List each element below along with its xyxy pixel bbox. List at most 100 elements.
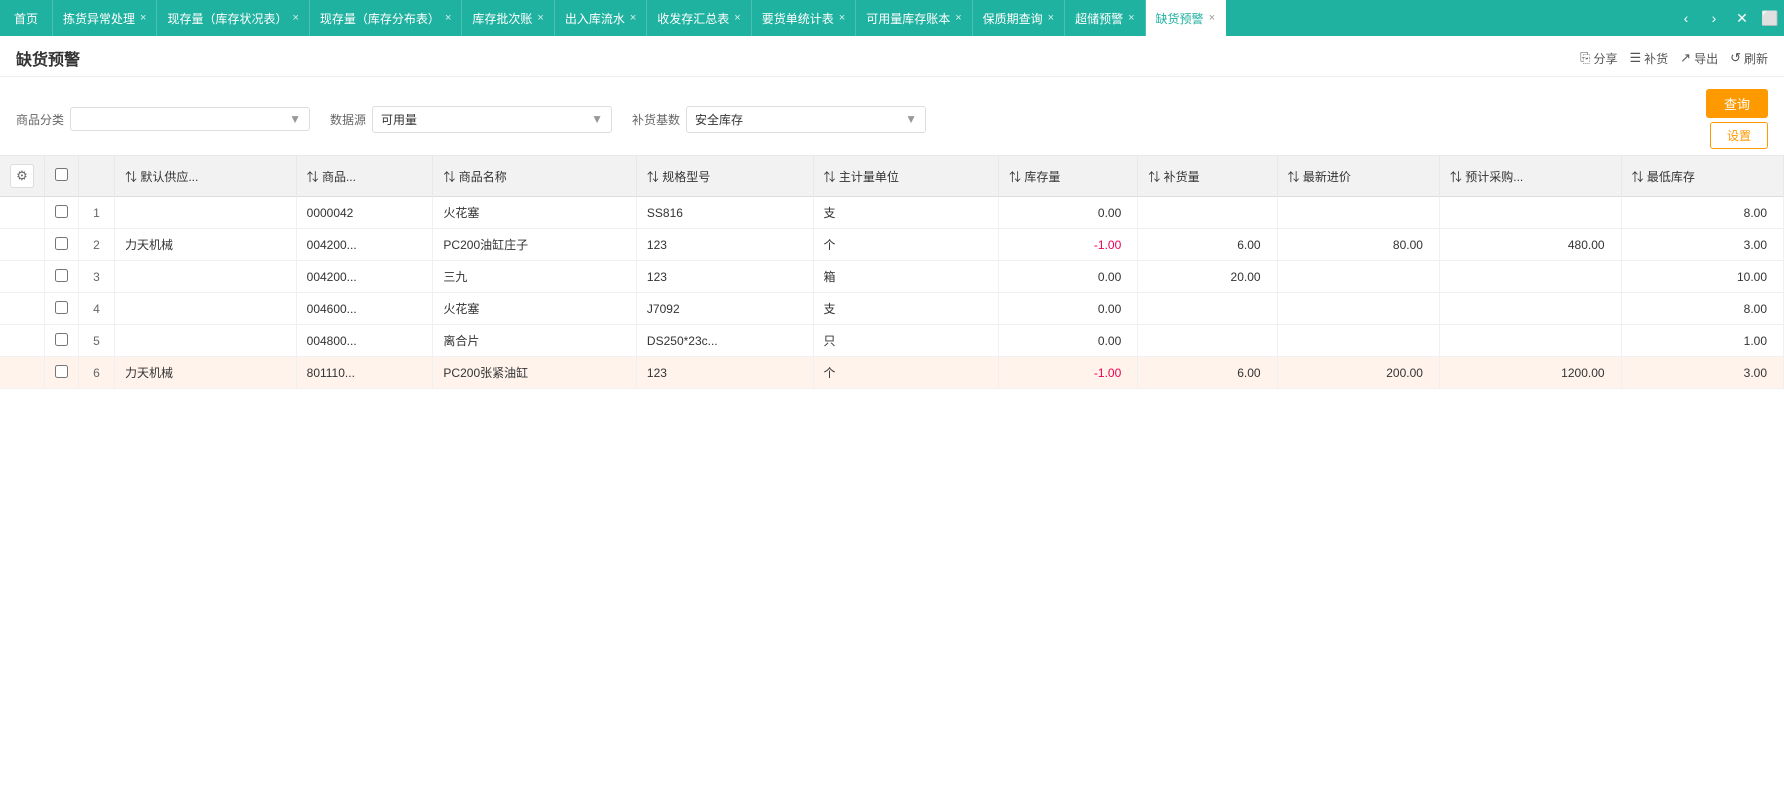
row-spec: 123 xyxy=(636,261,813,293)
col-replenish-header[interactable]: ⇅ 补货量 xyxy=(1138,156,1277,197)
row-checkbox[interactable] xyxy=(55,301,68,314)
col-min-stock-header[interactable]: ⇅ 最低库存 xyxy=(1621,156,1783,197)
tab-close-icon[interactable]: × xyxy=(292,12,298,24)
row-goods-name: 离合片 xyxy=(433,325,637,357)
row-checkbox-cell[interactable] xyxy=(45,197,79,229)
row-checkbox-cell[interactable] xyxy=(45,293,79,325)
row-goods-code: 004800... xyxy=(296,325,433,357)
col-goods-name-header[interactable]: ⇅ 商品名称 xyxy=(433,156,637,197)
tab-close-icon[interactable]: × xyxy=(445,12,451,24)
row-checkbox-cell[interactable] xyxy=(45,325,79,357)
table-header-row: ⚙ ⇅ 默认供应... ⇅ 商品... ⇅ 商品名称 xyxy=(0,156,1784,197)
tab-prev-button[interactable]: ‹ xyxy=(1672,0,1700,36)
col-unit-header[interactable]: ⇅ 主计量单位 xyxy=(813,156,998,197)
col-est-purchase-header[interactable]: ⇅ 预计采购... xyxy=(1439,156,1621,197)
row-checkbox[interactable] xyxy=(55,333,68,346)
table-row[interactable]: 5 004800... 离合片 DS250*23c... 只 0.00 1.00 xyxy=(0,325,1784,357)
col-stock-label: ⇅ 库存量 xyxy=(1009,170,1060,184)
share-label: 分享 xyxy=(1593,50,1617,67)
settings-button[interactable]: 设置 xyxy=(1710,122,1768,149)
tab-label: 保质期查询 xyxy=(983,10,1043,27)
table-row[interactable]: 1 0000042 火花塞 SS816 支 0.00 8.00 xyxy=(0,197,1784,229)
row-min-stock: 3.00 xyxy=(1621,357,1783,389)
table-row[interactable]: 2 力天机械 004200... PC200油缸庄子 123 个 -1.00 6… xyxy=(0,229,1784,261)
row-replenish xyxy=(1138,197,1277,229)
tab-inventory-status[interactable]: 现存量（库存状况表）× xyxy=(157,0,309,36)
row-checkbox[interactable] xyxy=(55,237,68,250)
col-stock-header[interactable]: ⇅ 库存量 xyxy=(998,156,1137,197)
replenish-base-select[interactable]: 安全库存 ▼ xyxy=(686,106,926,133)
tab-close-icon[interactable]: × xyxy=(955,12,961,24)
filter-bar: 商品分类 ▼ 数据源 可用量 ▼ 补货基数 安全库存 ▼ 查询 设置 xyxy=(0,77,1784,155)
tab-expand-button[interactable]: ⬜ xyxy=(1756,0,1784,36)
col-num-header xyxy=(79,156,115,197)
tab-close-icon[interactable]: × xyxy=(140,12,146,24)
col-spec-header[interactable]: ⇅ 规格型号 xyxy=(636,156,813,197)
category-select[interactable]: ▼ xyxy=(70,107,310,131)
gear-settings-button[interactable]: ⚙ xyxy=(10,164,34,188)
tab-demand-stats[interactable]: 要货单统计表× xyxy=(752,0,856,36)
tab-batch-account[interactable]: 库存批次账× xyxy=(462,0,554,36)
share-button[interactable]: ⎘ 分享 xyxy=(1580,50,1617,67)
row-checkbox[interactable] xyxy=(55,365,68,378)
tab-receive-summary[interactable]: 收发存汇总表 × xyxy=(647,0,751,36)
replenish-icon: ☰ xyxy=(1629,50,1641,66)
export-button[interactable]: ↗ 导出 xyxy=(1680,50,1718,67)
row-unit: 支 xyxy=(813,197,998,229)
tab-expiry-query[interactable]: 保质期查询 × xyxy=(973,0,1065,36)
row-unit: 个 xyxy=(813,357,998,389)
tab-available-ledger[interactable]: 可用量库存账本× xyxy=(856,0,972,36)
tab-label: 收发存汇总表 xyxy=(657,10,729,27)
tab-close-icon[interactable]: × xyxy=(1128,12,1134,24)
row-number: 3 xyxy=(79,261,115,293)
row-checkbox-cell[interactable] xyxy=(45,357,79,389)
tab-close-icon[interactable]: × xyxy=(1209,12,1215,24)
table-row[interactable]: 3 004200... 三九 123 箱 0.00 20.00 10.00 xyxy=(0,261,1784,293)
tab-abnormal[interactable]: 拣货异常处理 × xyxy=(53,0,157,36)
replenish-button[interactable]: ☰ 补货 xyxy=(1629,50,1668,67)
replenish-base-label: 补货基数 xyxy=(632,111,680,128)
tab-close-icon[interactable]: × xyxy=(537,12,543,24)
tab-home[interactable]: 首页 xyxy=(0,0,53,36)
header-actions: ⎘ 分享 ☰ 补货 ↗ 导出 ↺ 刷新 xyxy=(1580,50,1768,67)
row-latest-price xyxy=(1277,293,1439,325)
table-row[interactable]: 4 004600... 火花塞 J7092 支 0.00 8.00 xyxy=(0,293,1784,325)
row-min-stock: 8.00 xyxy=(1621,197,1783,229)
tab-next-button[interactable]: › xyxy=(1700,0,1728,36)
tab-inventory-dist[interactable]: 现存量（库存分布表）× xyxy=(310,0,462,36)
refresh-button[interactable]: ↺ 刷新 xyxy=(1730,50,1768,67)
tab-close-icon[interactable]: × xyxy=(630,12,636,24)
col-spec-label: ⇅ 规格型号 xyxy=(647,170,710,184)
tab-stockout[interactable]: 缺货预警× xyxy=(1146,0,1226,36)
replenish-base-arrow-icon: ▼ xyxy=(905,112,917,126)
tab-label: 拣货异常处理 xyxy=(63,10,135,27)
tab-close-button[interactable]: ✕ xyxy=(1728,0,1756,36)
row-supplier xyxy=(115,197,297,229)
tab-nav-buttons: ‹ › ✕ ⬜ xyxy=(1672,0,1784,36)
row-goods-name: PC200油缸庄子 xyxy=(433,229,637,261)
col-latest-price-header[interactable]: ⇅ 最新进价 xyxy=(1277,156,1439,197)
row-gear-cell xyxy=(0,261,45,293)
col-supplier-header[interactable]: ⇅ 默认供应... xyxy=(115,156,297,197)
row-goods-name: PC200张紧油缸 xyxy=(433,357,637,389)
col-goods-code-header[interactable]: ⇅ 商品... xyxy=(296,156,433,197)
row-number: 6 xyxy=(79,357,115,389)
select-all-checkbox[interactable] xyxy=(55,168,68,181)
tab-label: 出入库流水 xyxy=(565,10,625,27)
row-checkbox-cell[interactable] xyxy=(45,229,79,261)
row-checkbox-cell[interactable] xyxy=(45,261,79,293)
row-checkbox[interactable] xyxy=(55,205,68,218)
row-checkbox[interactable] xyxy=(55,269,68,282)
tab-close-icon[interactable]: × xyxy=(839,12,845,24)
tab-close-icon[interactable]: × xyxy=(1048,12,1054,24)
export-icon: ↗ xyxy=(1680,50,1691,66)
query-button[interactable]: 查询 xyxy=(1706,89,1768,118)
row-est-purchase: 480.00 xyxy=(1439,229,1621,261)
tab-inout-flow[interactable]: 出入库流水 × xyxy=(555,0,647,36)
category-label: 商品分类 xyxy=(16,111,64,128)
datasource-select[interactable]: 可用量 ▼ xyxy=(372,106,612,133)
tab-close-icon[interactable]: × xyxy=(734,12,740,24)
tab-overstock[interactable]: 超储预警× xyxy=(1065,0,1145,36)
row-min-stock: 3.00 xyxy=(1621,229,1783,261)
table-row[interactable]: 6 力天机械 801110... PC200张紧油缸 123 个 -1.00 6… xyxy=(0,357,1784,389)
